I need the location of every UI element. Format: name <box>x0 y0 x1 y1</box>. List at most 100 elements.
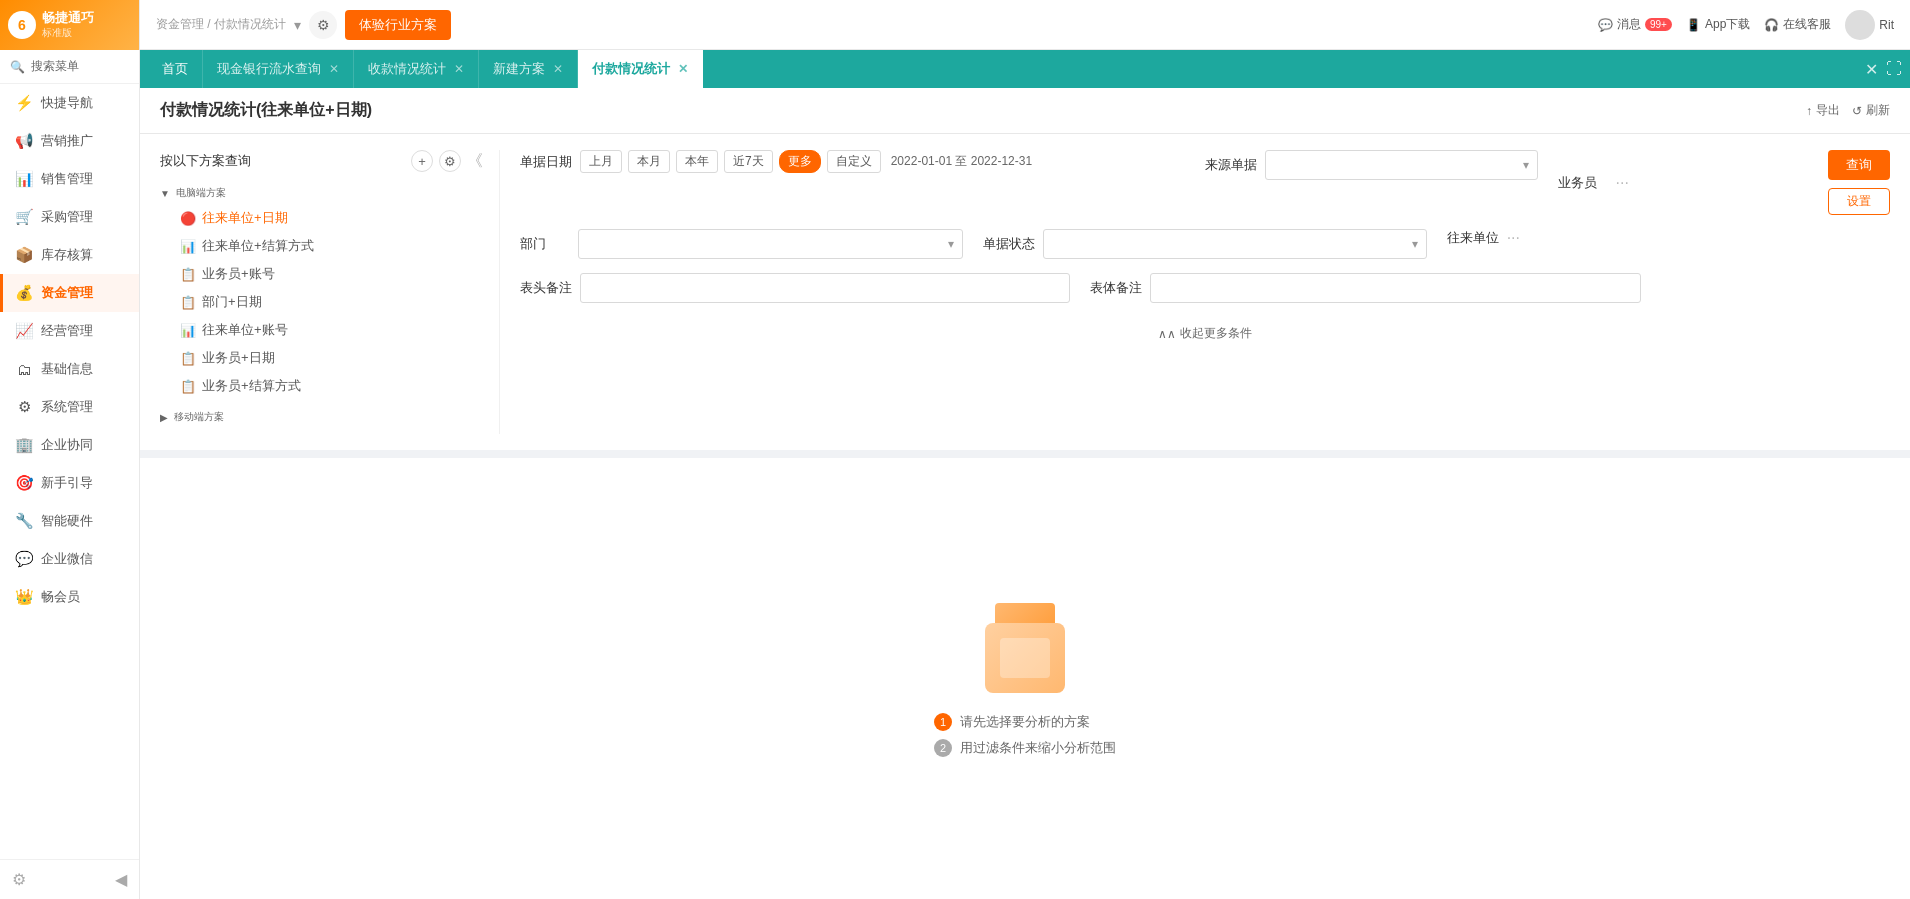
sidebar-search[interactable]: 🔍 搜索菜单 <box>0 50 139 84</box>
scheme-mobile-title[interactable]: ▶ 移动端方案 <box>160 406 483 428</box>
active-scheme-icon: 🔴 <box>180 211 196 226</box>
wechat-icon: 💬 <box>15 550 33 568</box>
chevron-right-icon: ▶ <box>160 412 168 423</box>
search-label: 搜索菜单 <box>31 58 79 75</box>
scheme-item-salesman-date[interactable]: 📋 业务员+日期 <box>174 344 483 372</box>
messages-action[interactable]: 💬 消息 99+ <box>1598 16 1672 33</box>
doc-status-select[interactable]: ▾ <box>1043 229 1426 259</box>
top-header: 资金管理 / 付款情况统计 ▾ ⚙ 体验行业方案 💬 消息 99+ 📱 App下… <box>140 0 1910 50</box>
messages-badge: 99+ <box>1645 18 1672 31</box>
page-header-actions: ↑ 导出 ↺ 刷新 <box>1806 102 1890 119</box>
user-profile[interactable]: Rit <box>1845 10 1894 40</box>
source-filter-item: 来源单据 ▾ <box>1205 150 1538 180</box>
scheme-item-dept-date[interactable]: 📋 部门+日期 <box>174 288 483 316</box>
tab-cash-flow[interactable]: 现金银行流水查询 ✕ <box>203 50 354 88</box>
sidebar-item-basic[interactable]: 🗂 基础信息 <box>0 350 139 388</box>
sidebar-item-hardware[interactable]: 🔧 智能硬件 <box>0 502 139 540</box>
scheme-settings-btn[interactable]: ⚙ <box>439 150 461 172</box>
tab-payment-close[interactable]: ✕ <box>678 62 688 76</box>
salesman-dots[interactable]: ··· <box>1616 174 1629 192</box>
sidebar-item-enterprise[interactable]: 🏢 企业协同 <box>0 426 139 464</box>
online-service-action[interactable]: 🎧 在线客服 <box>1764 16 1831 33</box>
tab-cash-flow-close[interactable]: ✕ <box>329 62 339 76</box>
sidebar-item-label: 快捷导航 <box>41 94 93 112</box>
footer-settings-icon[interactable]: ⚙ <box>12 870 26 889</box>
messages-label: 消息 <box>1617 16 1641 33</box>
sidebar-item-purchase[interactable]: 🛒 采购管理 <box>0 198 139 236</box>
sidebar-item-system[interactable]: ⚙ 系统管理 <box>0 388 139 426</box>
scheme-actions: + ⚙ 《 <box>411 150 483 172</box>
tab-payment[interactable]: 付款情况统计 ✕ <box>578 50 703 88</box>
panel-collapse-btn[interactable]: 《 <box>467 151 483 172</box>
search-icon: 🔍 <box>10 60 25 74</box>
sidebar-item-vip[interactable]: 👑 畅会员 <box>0 578 139 616</box>
scheme-icon: 📋 <box>180 295 196 310</box>
sidebar-item-quick-nav[interactable]: ⚡ 快捷导航 <box>0 84 139 122</box>
date-btn-this-year[interactable]: 本年 <box>676 150 718 173</box>
scheme-item-unit-account[interactable]: 📊 往来单位+账号 <box>174 316 483 344</box>
sidebar-item-wechat[interactable]: 💬 企业微信 <box>0 540 139 578</box>
scheme-header: 按以下方案查询 + ⚙ 《 <box>160 150 483 172</box>
footer-collapse-icon[interactable]: ◀ <box>115 870 127 889</box>
salesman-label: 业务员 <box>1558 174 1608 192</box>
tab-cash-flow-label: 现金银行流水查询 <box>217 60 321 78</box>
sidebar-item-guide[interactable]: 🎯 新手引导 <box>0 464 139 502</box>
date-btn-custom[interactable]: 自定义 <box>827 150 881 173</box>
sidebar-item-operation[interactable]: 📈 经营管理 <box>0 312 139 350</box>
partner-dots[interactable]: ··· <box>1507 229 1520 247</box>
sidebar-item-inventory[interactable]: 📦 库存核算 <box>0 236 139 274</box>
scheme-item-label: 部门+日期 <box>202 293 262 311</box>
tab-receipt[interactable]: 收款情况统计 ✕ <box>354 50 479 88</box>
dept-select[interactable]: ▾ <box>578 229 963 259</box>
quick-nav-icon: ⚡ <box>15 94 33 112</box>
sidebar-item-marketing[interactable]: 📢 营销推广 <box>0 122 139 160</box>
tab-home-label: 首页 <box>162 60 188 78</box>
step-2-text: 用过滤条件来缩小分析范围 <box>960 739 1116 757</box>
service-icon: 🎧 <box>1764 18 1779 32</box>
scheme-item-salesman-account[interactable]: 📋 业务员+账号 <box>174 260 483 288</box>
add-scheme-btn[interactable]: + <box>411 150 433 172</box>
partner-label: 往来单位 <box>1447 229 1499 247</box>
tab-maximize-btn[interactable]: ⛶ <box>1886 60 1902 78</box>
trial-button[interactable]: 体验行业方案 <box>345 10 451 40</box>
sidebar-item-label: 企业协同 <box>41 436 93 454</box>
scheme-item-salesman-settlement[interactable]: 📋 业务员+结算方式 <box>174 372 483 400</box>
scheme-item-label: 业务员+账号 <box>202 265 275 283</box>
date-btn-more[interactable]: 更多 <box>779 150 821 173</box>
tab-home[interactable]: 首页 <box>148 50 203 88</box>
refresh-button[interactable]: ↺ 刷新 <box>1852 102 1890 119</box>
date-btn-last-month[interactable]: 上月 <box>580 150 622 173</box>
tab-receipt-close[interactable]: ✕ <box>454 62 464 76</box>
scheme-desktop-title[interactable]: ▼ 电脑端方案 <box>160 182 483 204</box>
query-button[interactable]: 查询 <box>1828 150 1890 180</box>
source-select[interactable]: ▾ <box>1265 150 1538 180</box>
app-download-action[interactable]: 📱 App下载 <box>1686 16 1750 33</box>
tab-close-all-btn[interactable]: ✕ <box>1865 60 1878 79</box>
scheme-desktop-group: ▼ 电脑端方案 🔴 往来单位+日期 📊 往来单位+结算方式 <box>160 182 483 400</box>
collapse-label: 收起更多条件 <box>1180 325 1252 342</box>
sidebar-item-label: 营销推广 <box>41 132 93 150</box>
table-head-note-input[interactable] <box>580 273 1070 303</box>
header-dropdown-icon[interactable]: ▾ <box>294 17 301 33</box>
dept-filter-item: 部门 ▾ <box>520 229 963 259</box>
enterprise-icon: 🏢 <box>15 436 33 454</box>
export-button[interactable]: ↑ 导出 <box>1806 102 1840 119</box>
sales-icon: 📊 <box>15 170 33 188</box>
scheme-panel: 按以下方案查询 + ⚙ 《 ▼ 电脑端方案 🔴 <box>160 150 500 434</box>
date-btn-this-month[interactable]: 本月 <box>628 150 670 173</box>
filter-settings-button[interactable]: 设置 <box>1828 188 1890 215</box>
collapse-conditions-btn[interactable]: ∧∧ 收起更多条件 <box>520 317 1890 350</box>
tab-new-scheme-close[interactable]: ✕ <box>553 62 563 76</box>
table-body-note-input[interactable] <box>1150 273 1640 303</box>
purchase-icon: 🛒 <box>15 208 33 226</box>
sidebar-item-capital[interactable]: 💰 资金管理 <box>0 274 139 312</box>
inventory-icon: 📦 <box>15 246 33 264</box>
sidebar-item-label: 畅会员 <box>41 588 80 606</box>
sidebar-item-sales[interactable]: 📊 销售管理 <box>0 160 139 198</box>
sidebar-item-label: 系统管理 <box>41 398 93 416</box>
scheme-item-unit-date[interactable]: 🔴 往来单位+日期 <box>174 204 483 232</box>
header-gear-btn[interactable]: ⚙ <box>309 11 337 39</box>
scheme-item-unit-settlement[interactable]: 📊 往来单位+结算方式 <box>174 232 483 260</box>
tab-new-scheme[interactable]: 新建方案 ✕ <box>479 50 578 88</box>
date-btn-7days[interactable]: 近7天 <box>724 150 773 173</box>
